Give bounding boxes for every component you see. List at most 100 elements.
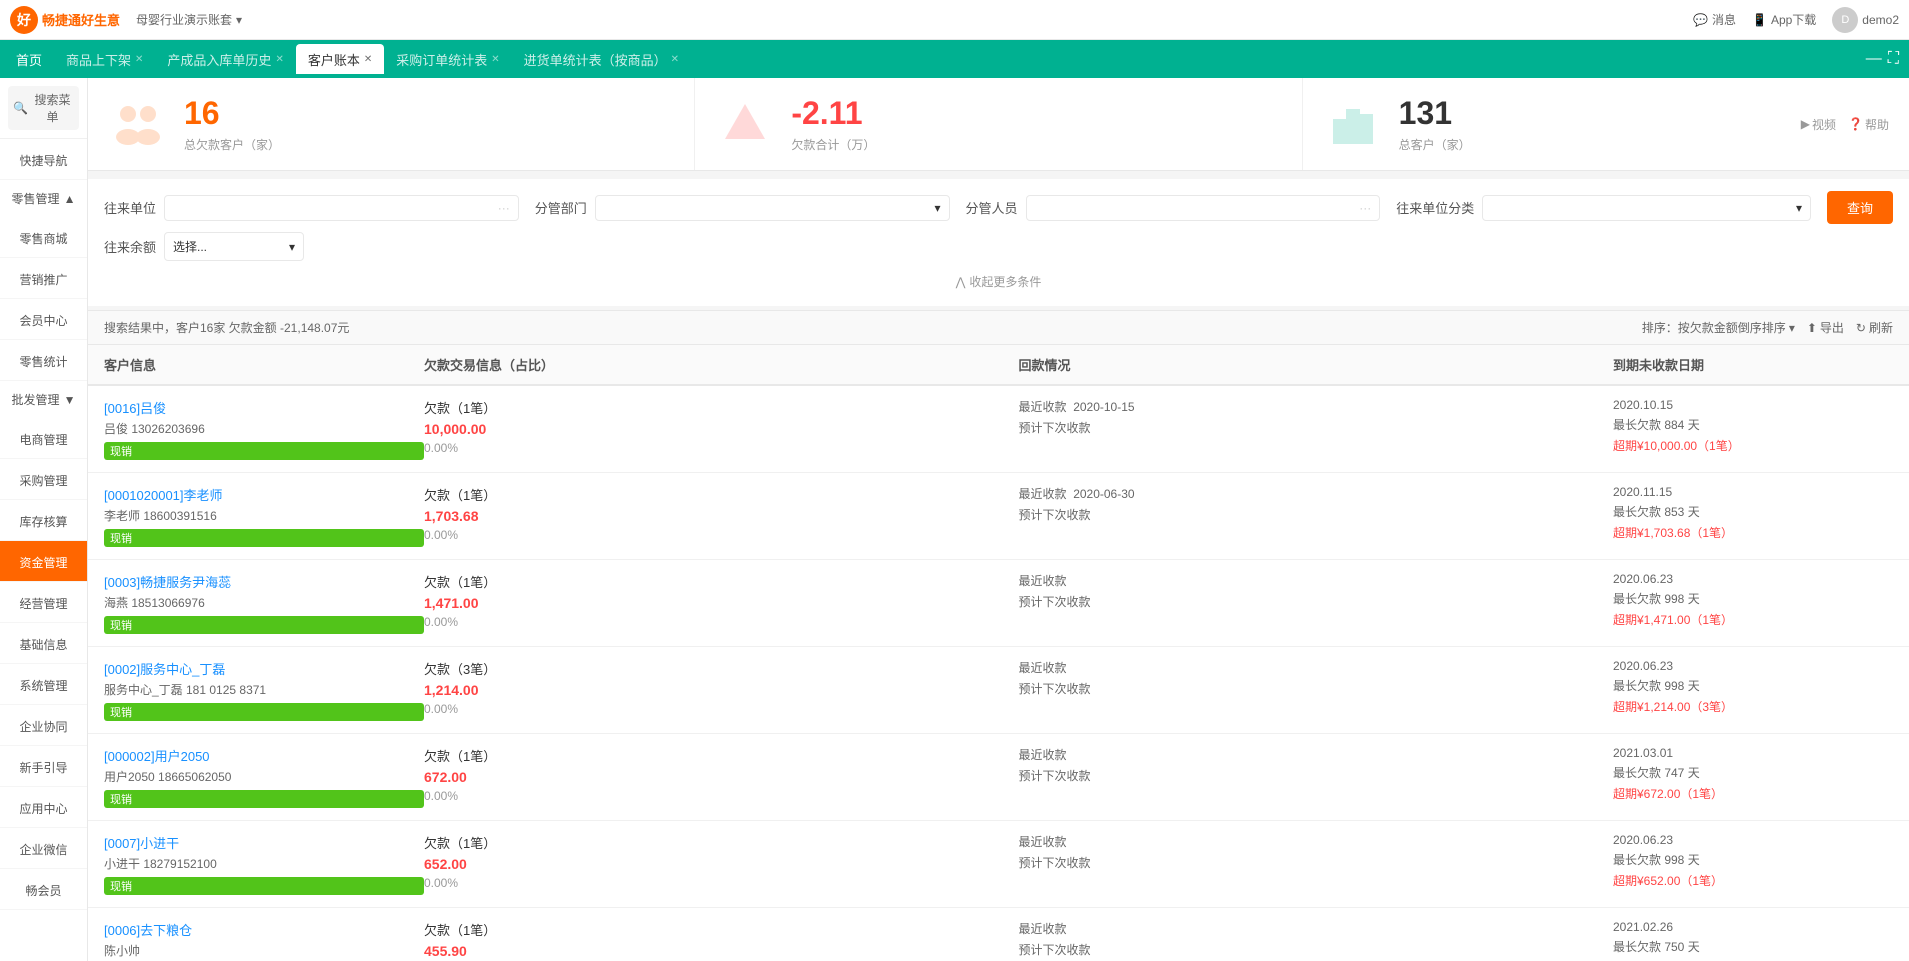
debt-amount: 672.00 — [424, 769, 1019, 785]
sidebar-item-ops-mgmt[interactable]: 经营管理 — [0, 582, 87, 623]
debt-ratio: 0.00% — [424, 441, 1019, 455]
sidebar-item-newbie[interactable]: 新手引导 — [0, 746, 87, 787]
sidebar-item-sys-mgmt[interactable]: 系统管理 — [0, 664, 87, 705]
debt-amount: 1,703.68 — [424, 508, 1019, 524]
sidebar-item-app-center[interactable]: 应用中心 — [0, 787, 87, 828]
dept-select[interactable]: ▾ — [595, 195, 950, 221]
tab-purchase-order[interactable]: 采购订单统计表 ✕ — [384, 44, 511, 74]
tab-customer-account[interactable]: 客户账本 ✕ — [296, 44, 384, 74]
overdue-amount-link[interactable]: 超期¥652.00（1笔） — [1613, 872, 1893, 889]
customer-contact: 海燕 18513066976 — [104, 594, 424, 611]
customer-contact: 吕俊 13026203696 — [104, 420, 424, 437]
from-unit-input[interactable]: ··· — [164, 195, 519, 221]
customer-contact: 小进干 18279152100 — [104, 855, 424, 872]
sidebar-item-quick-nav[interactable]: 快捷导航 — [0, 139, 87, 180]
unit-class-select[interactable]: ▾ — [1482, 195, 1811, 221]
overdue-days: 最长欠款 750 天 — [1613, 938, 1893, 955]
due-date: 2020.06.23 — [1613, 833, 1893, 847]
tab-minimize-icon[interactable]: — — [1866, 50, 1882, 68]
company-selector[interactable]: 母婴行业演示账套 ▾ — [128, 11, 250, 28]
customer-contact: 陈小帅 — [104, 942, 424, 959]
customer-name-link[interactable]: [000002]用户2050 — [104, 746, 424, 765]
overdue-amount-link[interactable]: 超期¥10,000.00（1笔） — [1613, 437, 1893, 454]
dropdown-icon: ▾ — [236, 13, 242, 27]
stat-card-customers: 16 总欠款客户（家） — [88, 78, 695, 170]
sidebar-item-purchase[interactable]: 采购管理 — [0, 459, 87, 500]
tab-close-icon[interactable]: ✕ — [135, 54, 143, 65]
sidebar-item-corp-wechat[interactable]: 企业微信 — [0, 828, 87, 869]
sidebar-item-batch-mgmt[interactable]: 批发管理 ▼ — [0, 381, 87, 418]
customer-name-link[interactable]: [0003]畅捷服务尹海蕊 — [104, 572, 424, 591]
search-menu-btn[interactable]: 🔍 搜索菜单 — [8, 86, 79, 130]
stat-number-debt: -2.11 — [791, 95, 875, 132]
sidebar-item-member[interactable]: 会员中心 — [0, 299, 87, 340]
sidebar-item-ecommerce[interactable]: 电商管理 — [0, 418, 87, 459]
stat-icon-total — [1323, 94, 1383, 154]
user-profile[interactable]: D demo2 — [1832, 7, 1899, 33]
tab-product-history[interactable]: 产成品入库单历史 ✕ — [155, 44, 295, 74]
query-button[interactable]: 查询 — [1827, 191, 1893, 224]
tab-label: 产成品入库单历史 — [167, 50, 271, 69]
tab-close-icon[interactable]: ✕ — [275, 54, 283, 65]
table-row: [0006]去下粮仓 陈小帅 现销 欠款（1笔） 455.90 0.00% 最近… — [88, 908, 1909, 961]
debt-amount: 1,471.00 — [424, 595, 1019, 611]
customer-name-link[interactable]: [0007]小进干 — [104, 833, 424, 852]
customer-name-link[interactable]: [0016]吕俊 — [104, 398, 424, 417]
sidebar-item-basic-info[interactable]: 基础信息 — [0, 623, 87, 664]
overdue-days: 最长欠款 853 天 — [1613, 503, 1893, 520]
sidebar-item-finance[interactable]: 资金管理 — [0, 541, 87, 582]
customer-tag: 现销 — [104, 703, 424, 721]
overdue-amount-link[interactable]: 超期¥1,214.00（3笔） — [1613, 698, 1893, 715]
sidebar-label: 批发管理 — [12, 391, 60, 408]
overdue-amount-link[interactable]: 超期¥1,471.00（1笔） — [1613, 611, 1893, 628]
due-date: 2020.11.15 — [1613, 485, 1893, 499]
next-payment-label: 预计下次收款 — [1019, 419, 1614, 436]
tab-close-icon[interactable]: ✕ — [491, 54, 499, 65]
col-header-customer: 客户信息 — [104, 355, 424, 374]
stat-label-total: 总客户（家） — [1399, 136, 1471, 153]
customer-name-link[interactable]: [0002]服务中心_丁磊 — [104, 659, 424, 678]
tab-product-offshelf[interactable]: 商品上下架 ✕ — [54, 44, 155, 74]
overdue-days: 最长欠款 998 天 — [1613, 590, 1893, 607]
overdue-amount-link[interactable]: 超期¥1,703.68（1笔） — [1613, 524, 1893, 541]
sidebar-item-retail-mall[interactable]: 零售商城 — [0, 217, 87, 258]
tab-close-icon[interactable]: ✕ — [364, 54, 372, 65]
help-btn[interactable]: ❓ 帮助 — [1848, 116, 1889, 133]
customer-name-link[interactable]: [0006]去下粮仓 — [104, 920, 424, 939]
tab-purchase-stats[interactable]: 进货单统计表（按商品） ✕ — [512, 44, 691, 74]
collapse-icon: ⋀ — [956, 275, 966, 289]
sidebar-item-enterprise[interactable]: 企业协同 — [0, 705, 87, 746]
video-btn[interactable]: ▶ 视频 — [1801, 116, 1836, 133]
tab-home[interactable]: 首页 — [4, 44, 54, 74]
app-download-btn[interactable]: 📱 App下载 — [1752, 11, 1816, 28]
next-payment-label: 预计下次收款 — [1019, 506, 1614, 523]
recent-payment-label: 最近收款 — [1019, 572, 1614, 589]
sort-selector[interactable]: 排序：按欠款金额倒序排序 ▾ — [1642, 319, 1795, 336]
tab-label: 商品上下架 — [66, 50, 131, 69]
tab-maximize-icon[interactable]: ⛶ — [1888, 50, 1899, 68]
sidebar-item-retail-stats[interactable]: 零售统计 — [0, 340, 87, 381]
collapse-btn[interactable]: ⋀ 收起更多条件 — [104, 273, 1893, 290]
sidebar-item-marketing[interactable]: 营销推广 — [0, 258, 87, 299]
sidebar-search[interactable]: 🔍 搜索菜单 — [0, 78, 87, 139]
balance-select[interactable]: 选择... ▾ — [164, 232, 304, 261]
message-btn[interactable]: 💬 消息 — [1693, 11, 1736, 28]
customer-name-link[interactable]: [0001020001]李老师 — [104, 485, 424, 504]
person-input[interactable]: ··· — [1026, 195, 1381, 221]
search-icon: 🔍 — [13, 101, 28, 115]
debt-ratio: 0.00% — [424, 702, 1019, 716]
stat-number-customers: 16 — [184, 95, 280, 132]
sidebar-item-vip-member[interactable]: 畅会员 — [0, 869, 87, 910]
tab-close-icon[interactable]: ✕ — [671, 54, 679, 65]
sidebar-label: 零售管理 — [12, 190, 60, 207]
export-btn[interactable]: ⬆ 导出 — [1807, 319, 1844, 336]
overdue-amount-link[interactable]: 超期¥672.00（1笔） — [1613, 785, 1893, 802]
stat-number-total: 131 — [1399, 95, 1471, 132]
col-header-overdue: 到期未收款日期 — [1613, 355, 1893, 374]
stat-icon-customers — [108, 94, 168, 154]
refresh-btn[interactable]: ↻ 刷新 — [1856, 319, 1893, 336]
table-row: [0016]吕俊 吕俊 13026203696 现销 欠款（1笔） 10,000… — [88, 386, 1909, 473]
sidebar-item-inventory[interactable]: 库存核算 — [0, 500, 87, 541]
due-date: 2021.03.01 — [1613, 746, 1893, 760]
sidebar-item-retail-mgmt[interactable]: 零售管理 ▲ — [0, 180, 87, 217]
